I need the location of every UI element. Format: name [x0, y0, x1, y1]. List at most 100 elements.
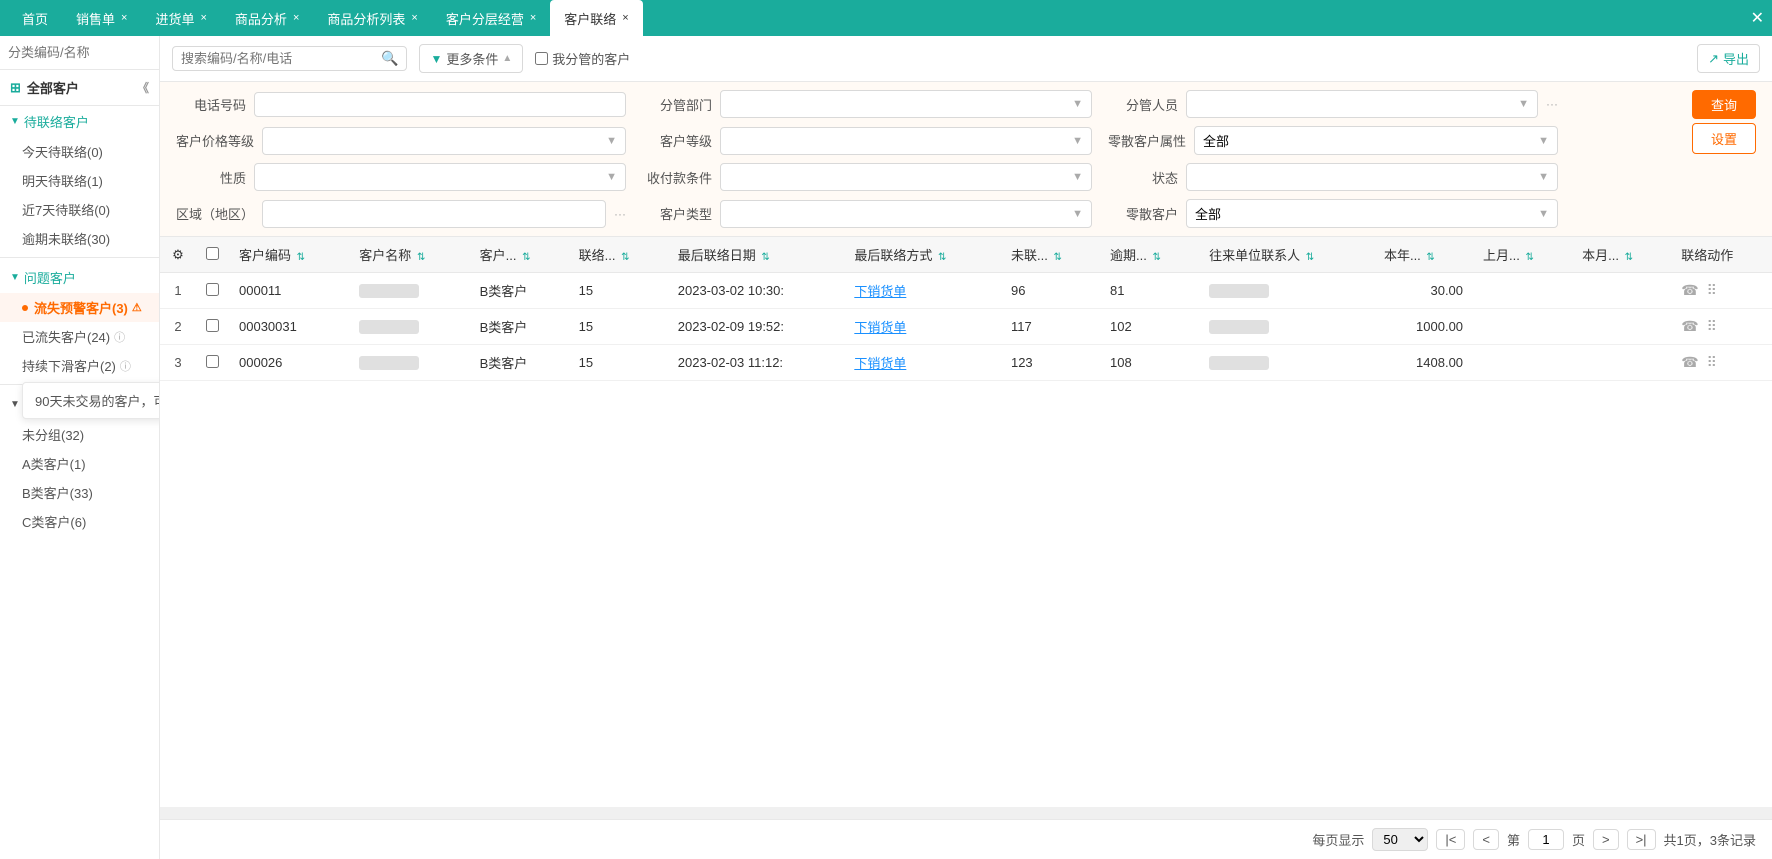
sidebar-item-declining[interactable]: 持续下滑客户(2) ⓘ [0, 351, 159, 380]
my-customers-checkbox[interactable] [535, 52, 548, 65]
th-overdue[interactable]: 逾期... ⇅ [1100, 237, 1199, 273]
row-checkbox-cell[interactable] [196, 345, 229, 381]
tab-product-list[interactable]: 商品分析列表 × [313, 0, 431, 36]
tab-product-analysis-close[interactable]: × [293, 12, 299, 24]
sidebar-all-customers[interactable]: ⊞ 全部客户 《 [0, 70, 159, 106]
tab-customer-layer[interactable]: 客户分层经营 × [432, 0, 550, 36]
setting-button[interactable]: 设置 [1692, 123, 1756, 154]
scatter-attr-select[interactable]: 全部 ▼ [1194, 126, 1558, 155]
select-all-checkbox[interactable] [206, 247, 219, 260]
th-uncontacted[interactable]: 未联... ⇅ [1001, 237, 1100, 273]
row-checkbox[interactable] [206, 355, 219, 368]
filter-payment: 收付款条件 ▼ [642, 163, 1092, 191]
export-button[interactable]: ↗ 导出 [1697, 44, 1760, 73]
scatter-customer-select[interactable]: 全部 ▼ [1186, 199, 1558, 228]
my-customers-checkbox-wrapper[interactable]: 我分管的客户 [535, 49, 630, 68]
row-checkbox[interactable] [206, 283, 219, 296]
settings-icon[interactable]: ⚙ [172, 247, 184, 262]
sidebar-item-churned[interactable]: 已流失客户(24) ⓘ [0, 322, 159, 351]
tab-sales[interactable]: 销售单 × [62, 0, 141, 36]
person-select[interactable]: ▼ [1186, 90, 1538, 118]
th-checkbox[interactable] [196, 237, 229, 273]
per-page-select[interactable]: 50 100 200 [1372, 828, 1428, 851]
first-page-btn[interactable]: |< [1436, 829, 1465, 850]
tab-purchase-close[interactable]: × [200, 12, 206, 24]
sidebar: 🔍 ⊞ 全部客户 《 ▼ 待联络客户 今天待联络(0) 明天待联络(1) 近7天… [0, 36, 160, 859]
sidebar-collapse-btn[interactable]: 《 [137, 79, 149, 96]
person-label: 分管人员 [1108, 95, 1178, 114]
sidebar-item-churn-warning[interactable]: 流失预警客户(3) ⚠ [0, 293, 159, 322]
sidebar-item-ungroup[interactable]: 未分组(32) [0, 420, 159, 449]
action-more-icon[interactable]: ⠿ [1707, 354, 1717, 371]
sidebar-item-overdue[interactable]: 逾期未联络(30) [0, 224, 159, 253]
phone-input[interactable] [254, 92, 626, 117]
row-last-method[interactable]: 下销货单 [844, 309, 1001, 345]
th-code[interactable]: 客户编码 ⇅ [229, 237, 349, 273]
sidebar-item-class-b[interactable]: B类客户(33) [0, 478, 159, 507]
action-more-icon[interactable]: ⠿ [1707, 318, 1717, 335]
sidebar-search-input[interactable] [8, 45, 160, 60]
status-select[interactable]: ▼ [1186, 163, 1558, 191]
th-last-month[interactable]: 上月... ⇅ [1473, 237, 1572, 273]
action-contact-icon[interactable]: ☎ [1681, 282, 1698, 299]
row-last-method[interactable]: 下销货单 [844, 345, 1001, 381]
sidebar-group-problem[interactable]: ▼ 问题客户 [0, 262, 159, 293]
row-checkbox[interactable] [206, 319, 219, 332]
tab-home[interactable]: 首页 [8, 0, 62, 36]
tab-product-analysis[interactable]: 商品分析 × [221, 0, 313, 36]
toolbar-search-icon[interactable]: 🔍 [381, 50, 398, 67]
sidebar-item-tomorrow-pending[interactable]: 明天待联络(1) [0, 166, 159, 195]
sidebar-item-class-a[interactable]: A类客户(1) [0, 449, 159, 478]
last-method-link[interactable]: 下销货单 [854, 320, 906, 335]
last-method-link[interactable]: 下销货单 [854, 356, 906, 371]
customer-type-select[interactable]: ▼ [720, 200, 1092, 228]
tab-product-list-close[interactable]: × [411, 12, 417, 24]
window-close-button[interactable]: ✕ [1751, 8, 1764, 28]
last-page-btn[interactable]: >| [1627, 829, 1656, 850]
sort-icon-last-month: ⇅ [1526, 252, 1534, 263]
tab-customer-contact-close[interactable]: × [622, 12, 628, 24]
sidebar-group-pending[interactable]: ▼ 待联络客户 [0, 106, 159, 137]
row-checkbox-cell[interactable] [196, 273, 229, 309]
person-chevron-icon: ▼ [1518, 98, 1529, 110]
region-more-icon[interactable]: ··· [614, 207, 626, 221]
tab-sales-close[interactable]: × [121, 12, 127, 24]
region-select[interactable] [262, 200, 606, 228]
payment-select[interactable]: ▼ [720, 163, 1092, 191]
action-contact-icon[interactable]: ☎ [1681, 354, 1698, 371]
tab-customer-layer-close[interactable]: × [530, 12, 536, 24]
customer-level-select[interactable]: ▼ [720, 127, 1092, 155]
page-input[interactable] [1528, 829, 1564, 850]
bottom-scrollbar[interactable] [160, 807, 1772, 819]
price-level-select[interactable]: ▼ [262, 127, 626, 155]
th-name[interactable]: 客户名称 ⇅ [349, 237, 469, 273]
more-conditions-btn[interactable]: ▼ 更多条件 ▲ [419, 44, 523, 73]
th-customer-type[interactable]: 客户... ⇅ [470, 237, 569, 273]
tab-purchase[interactable]: 进货单 × [141, 0, 220, 36]
sidebar-item-7days-pending[interactable]: 近7天待联络(0) [0, 195, 159, 224]
action-more-icon[interactable]: ⠿ [1707, 282, 1717, 299]
search-input[interactable] [181, 51, 381, 66]
th-this-year[interactable]: 本年... ⇅ [1374, 237, 1473, 273]
row-checkbox-cell[interactable] [196, 309, 229, 345]
person-more-icon[interactable]: ··· [1546, 97, 1558, 111]
prev-page-btn[interactable]: < [1473, 829, 1499, 850]
sidebar-item-today-pending[interactable]: 今天待联络(0) [0, 137, 159, 166]
th-this-month[interactable]: 本月... ⇅ [1572, 237, 1671, 273]
query-button[interactable]: 查询 [1692, 90, 1756, 119]
action-contact-icon[interactable]: ☎ [1681, 318, 1698, 335]
tab-customer-contact[interactable]: 客户联络 × [550, 0, 642, 36]
th-this-month-label: 本月... [1582, 248, 1619, 263]
last-method-link[interactable]: 下销货单 [854, 284, 906, 299]
grid-icon: ⊞ [10, 80, 21, 96]
nature-select[interactable]: ▼ [254, 163, 626, 191]
th-settings[interactable]: ⚙ [160, 237, 196, 273]
th-contact-person[interactable]: 往来单位联系人 ⇅ [1199, 237, 1374, 273]
next-page-btn[interactable]: > [1593, 829, 1619, 850]
row-last-method[interactable]: 下销货单 [844, 273, 1001, 309]
th-last-method[interactable]: 最后联络方式 ⇅ [844, 237, 1001, 273]
th-last-date[interactable]: 最后联络日期 ⇅ [668, 237, 845, 273]
sidebar-item-class-c[interactable]: C类客户(6) [0, 507, 159, 536]
dept-select[interactable]: ▼ [720, 90, 1092, 118]
th-contact-count[interactable]: 联络... ⇅ [569, 237, 668, 273]
